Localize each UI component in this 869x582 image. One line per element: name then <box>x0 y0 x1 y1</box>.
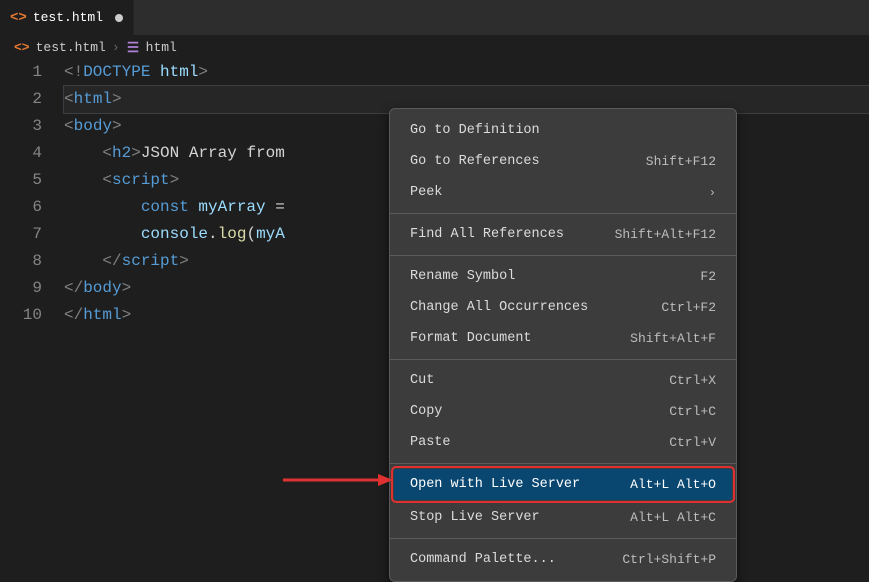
menu-item-change-all-occurrences[interactable]: Change All Occurrences Ctrl+F2 <box>390 292 736 323</box>
menu-item-label: Open with Live Server <box>410 477 580 492</box>
tab-label: test.html <box>33 10 103 25</box>
context-menu: Go to Definition Go to References Shift+F1… <box>389 108 737 582</box>
menu-separator <box>390 538 736 539</box>
line-number: 7 <box>4 221 42 248</box>
menu-item-shortcut: Shift+Alt+F12 <box>615 227 716 242</box>
line-number: 1 <box>4 59 42 86</box>
line-number: 9 <box>4 275 42 302</box>
breadcrumb-symbol: html <box>146 40 177 55</box>
line-number: 8 <box>4 248 42 275</box>
menu-item-label: Go to References <box>410 154 540 169</box>
annotation-arrow <box>283 470 393 490</box>
menu-separator <box>390 463 736 464</box>
menu-item-shortcut: Alt+L Alt+O <box>630 477 716 492</box>
line-number: 4 <box>4 140 42 167</box>
menu-item-rename-symbol[interactable]: Rename Symbol F2 <box>390 261 736 292</box>
menu-item-label: Stop Live Server <box>410 510 540 525</box>
menu-item-shortcut: Alt+L Alt+C <box>630 510 716 525</box>
line-number: 3 <box>4 113 42 140</box>
tab-test-html[interactable]: <> test.html <box>0 0 134 35</box>
menu-item-command-palette[interactable]: Command Palette... Ctrl+Shift+P <box>390 544 736 575</box>
line-number: 2 <box>4 86 42 113</box>
menu-item-shortcut: Ctrl+Shift+P <box>622 552 716 567</box>
menu-item-shortcut: Ctrl+V <box>669 435 716 450</box>
menu-item-copy[interactable]: Copy Ctrl+C <box>390 396 736 427</box>
menu-item-label: Copy <box>410 404 442 419</box>
menu-separator <box>390 359 736 360</box>
chevron-right-icon: › <box>112 40 120 55</box>
struct-icon <box>126 40 140 54</box>
menu-item-label: Change All Occurrences <box>410 300 588 315</box>
menu-item-cut[interactable]: Cut Ctrl+X <box>390 365 736 396</box>
tab-bar: <> test.html <box>0 0 869 35</box>
menu-item-label: Format Document <box>410 331 532 346</box>
menu-item-label: Command Palette... <box>410 552 556 567</box>
line-number: 5 <box>4 167 42 194</box>
line-number-gutter: 12345678910 <box>4 59 64 329</box>
menu-item-label: Find All References <box>410 227 564 242</box>
menu-separator <box>390 255 736 256</box>
line-number: 6 <box>4 194 42 221</box>
menu-item-peek[interactable]: Peek › <box>390 177 736 208</box>
menu-item-open-with-live-server[interactable]: Open with Live Server Alt+L Alt+O <box>394 469 732 500</box>
breadcrumb[interactable]: <> test.html › html <box>0 35 869 59</box>
menu-item-shortcut: Ctrl+X <box>669 373 716 388</box>
menu-item-label: Rename Symbol <box>410 269 515 284</box>
tab-dirty-indicator <box>115 14 123 22</box>
menu-item-shortcut: Shift+F12 <box>646 154 716 169</box>
menu-item-find-all-references[interactable]: Find All References Shift+Alt+F12 <box>390 219 736 250</box>
menu-item-label: Go to Definition <box>410 123 540 138</box>
menu-item-label: Cut <box>410 373 434 388</box>
html-file-icon: <> <box>10 10 27 26</box>
menu-item-go-to-definition[interactable]: Go to Definition <box>390 115 736 146</box>
menu-item-stop-live-server[interactable]: Stop Live Server Alt+L Alt+C <box>390 502 736 533</box>
menu-item-go-to-references[interactable]: Go to References Shift+F12 <box>390 146 736 177</box>
html-file-icon: <> <box>14 40 30 55</box>
menu-separator <box>390 213 736 214</box>
code-line[interactable]: <!DOCTYPE html> <box>64 59 869 86</box>
tab-bar-empty <box>134 0 869 35</box>
menu-item-paste[interactable]: Paste Ctrl+V <box>390 427 736 458</box>
menu-item-format-document[interactable]: Format Document Shift+Alt+F <box>390 323 736 354</box>
menu-item-shortcut: Shift+Alt+F <box>630 331 716 346</box>
breadcrumb-file: test.html <box>36 40 106 55</box>
menu-item-label: Peek <box>410 185 442 200</box>
menu-item-shortcut: Ctrl+C <box>669 404 716 419</box>
chevron-right-icon: › <box>709 186 716 200</box>
menu-item-shortcut: Ctrl+F2 <box>661 300 716 315</box>
menu-item-shortcut: F2 <box>700 269 716 284</box>
line-number: 10 <box>4 302 42 329</box>
menu-item-label: Paste <box>410 435 451 450</box>
